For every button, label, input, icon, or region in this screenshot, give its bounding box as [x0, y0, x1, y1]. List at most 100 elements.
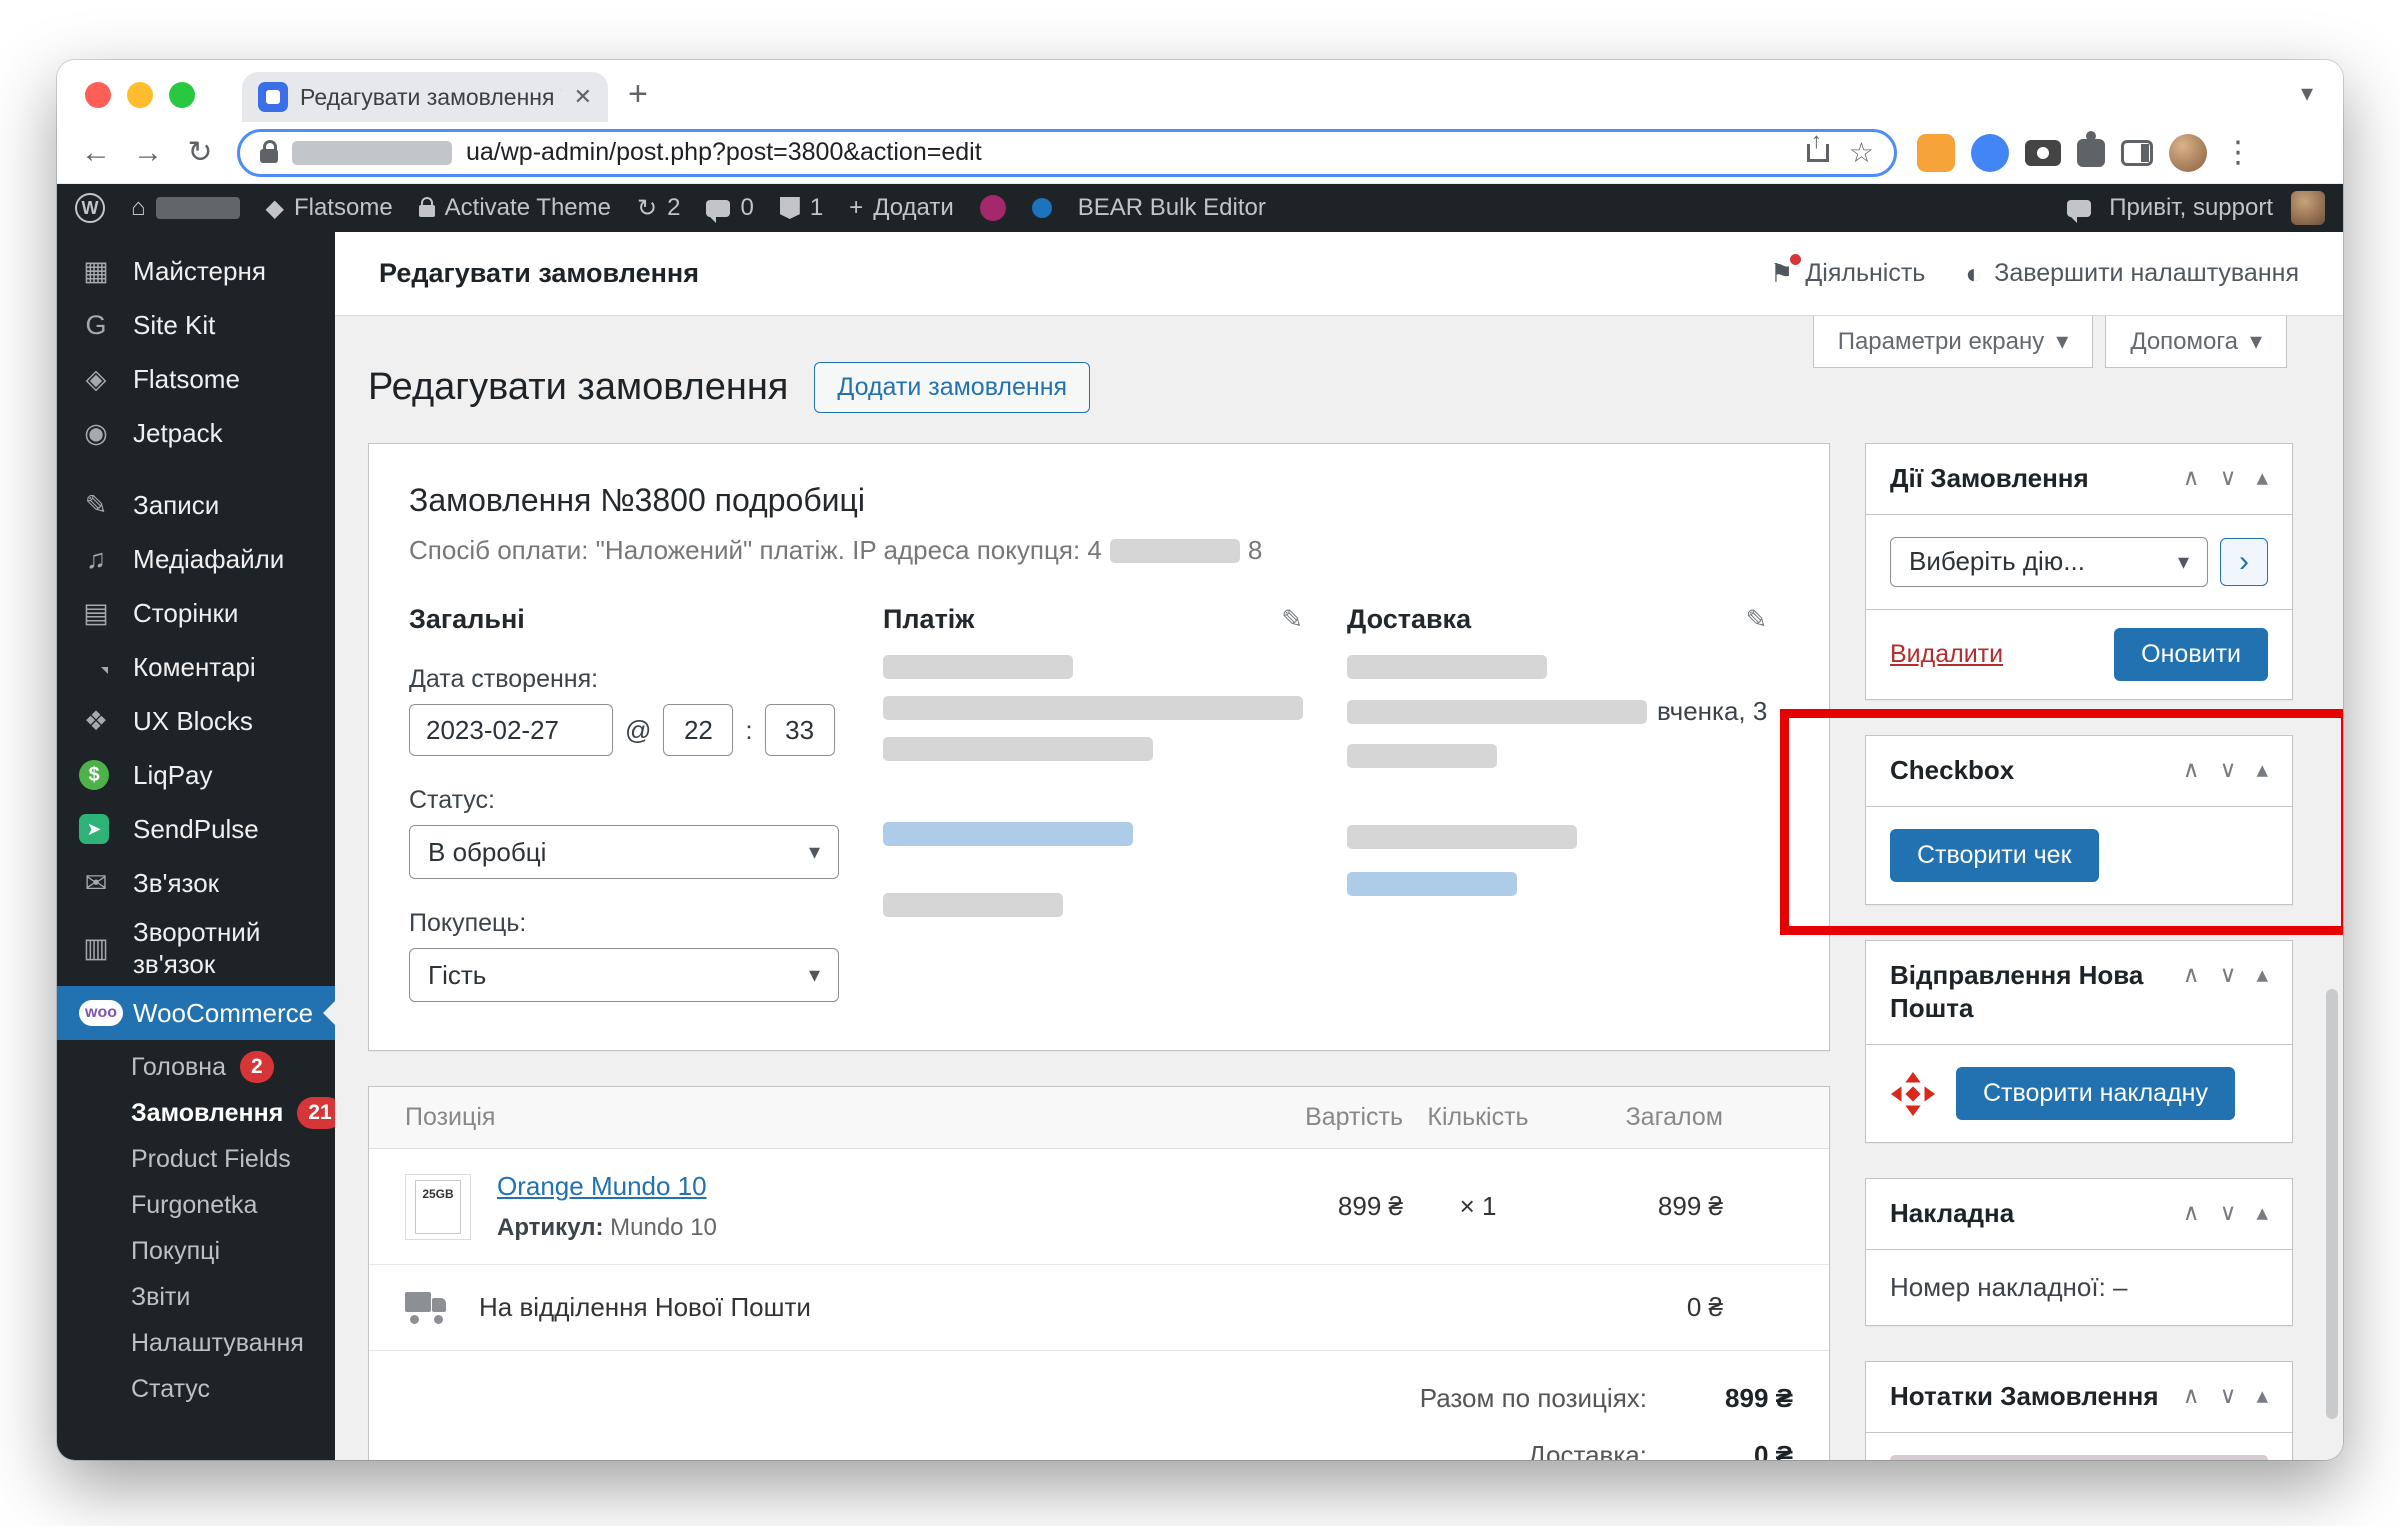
- sidebar-item-sendpulse[interactable]: ➤ SendPulse: [57, 802, 335, 856]
- reload-button[interactable]: ↻: [177, 130, 223, 176]
- sidebar-item-posts[interactable]: ✎ Записи: [57, 478, 335, 532]
- sidebar-item-woocommerce[interactable]: woo WooCommerce: [57, 986, 335, 1040]
- screenshot-camera-icon[interactable]: [2025, 139, 2061, 166]
- sidebar-item-comments[interactable]: Коментарі: [57, 640, 335, 694]
- redacted-site-name: [155, 197, 240, 219]
- browser-tab[interactable]: Редагувати замовлення "Ord ✕: [242, 72, 608, 122]
- user-avatar[interactable]: [2291, 191, 2325, 225]
- address-bar[interactable]: ua/wp-admin/post.php?post=3800&action=ed…: [237, 128, 1897, 177]
- status-select[interactable]: В обробці ▾: [409, 825, 839, 879]
- move-down-icon[interactable]: ∨: [2220, 464, 2237, 491]
- move-down-icon[interactable]: ∨: [2220, 961, 2237, 988]
- activate-theme-menu[interactable]: Activate Theme: [418, 194, 611, 222]
- zoom-window-button[interactable]: [169, 82, 195, 108]
- screen-options-button[interactable]: Параметри екрану ▾: [1812, 316, 2094, 368]
- customer-select[interactable]: Гість ▾: [409, 948, 839, 1002]
- submenu-orders[interactable]: Замовлення 21: [57, 1090, 343, 1136]
- edit-shipping-pencil-icon[interactable]: ✎: [1746, 604, 1768, 635]
- submenu-home[interactable]: Головна 2: [57, 1044, 335, 1090]
- finish-setup-button[interactable]: ◐ Завершити налаштування: [1965, 258, 2299, 290]
- move-up-icon[interactable]: ∧: [2183, 961, 2200, 988]
- browser-menu-icon[interactable]: ⋮: [2223, 135, 2253, 170]
- add-order-button[interactable]: Додати замовлення: [814, 362, 1091, 413]
- move-up-icon[interactable]: ∧: [2183, 756, 2200, 783]
- collapse-toggle-icon[interactable]: ▴: [2256, 464, 2268, 491]
- bear-bulk-editor-menu[interactable]: BEAR Bulk Editor: [1078, 194, 1266, 222]
- create-receipt-button[interactable]: Створити чек: [1890, 828, 2099, 882]
- sidebar-item-jetpack[interactable]: ◉ Jetpack: [57, 406, 335, 460]
- move-up-icon[interactable]: ∧: [2183, 1199, 2200, 1226]
- page-title: Редагувати замовлення: [368, 366, 789, 408]
- howdy-label[interactable]: Привіт, support: [2109, 194, 2273, 222]
- submenu-reports[interactable]: Звіти: [57, 1274, 335, 1320]
- activity-button[interactable]: ⚑ Діяльність: [1770, 254, 1925, 289]
- yoast-menu[interactable]: [979, 195, 1006, 221]
- feedback-icon: ▥: [83, 932, 109, 963]
- side-panel-icon[interactable]: [2121, 139, 2153, 166]
- collapse-toggle-icon[interactable]: ▴: [2256, 1199, 2268, 1226]
- bookmark-star-icon[interactable]: ☆: [1849, 136, 1874, 169]
- close-window-button[interactable]: [85, 82, 111, 108]
- create-waybill-button[interactable]: Створити накладну: [1956, 1067, 2235, 1121]
- back-button[interactable]: ←: [73, 130, 119, 176]
- sidebar-item-ux-blocks[interactable]: ❖ UX Blocks: [57, 694, 335, 748]
- redacted-phone: [883, 893, 1063, 917]
- move-up-icon[interactable]: ∧: [2183, 464, 2200, 491]
- product-name-link[interactable]: Orange Mundo 10: [497, 1171, 707, 1201]
- flatsome-menu[interactable]: ◆ Flatsome: [266, 194, 393, 223]
- submenu-customers[interactable]: Покупці: [57, 1228, 335, 1274]
- edit-billing-pencil-icon[interactable]: ✎: [1281, 604, 1303, 635]
- extension-blue-icon[interactable]: [1971, 133, 2009, 172]
- extension-orange-icon[interactable]: [1917, 133, 1955, 172]
- sidebar-item-site-kit[interactable]: G Site Kit: [57, 298, 335, 352]
- forward-button[interactable]: →: [125, 130, 171, 176]
- scrollbar-thumb[interactable]: [2326, 989, 2338, 1419]
- submenu-settings[interactable]: Налаштування: [57, 1320, 335, 1366]
- share-icon[interactable]: [1806, 128, 1829, 162]
- chevron-down-icon: ▾: [808, 962, 820, 987]
- submenu-status[interactable]: Статус: [57, 1366, 335, 1412]
- comments-menu[interactable]: 0: [706, 194, 754, 223]
- order-date-input[interactable]: [409, 704, 613, 756]
- updates-menu[interactable]: ↻ 2: [637, 194, 680, 223]
- feedback-bubble-icon[interactable]: [2067, 199, 2092, 223]
- new-tab-button[interactable]: +: [628, 75, 648, 114]
- help-button[interactable]: Допомога ▾: [2105, 316, 2287, 368]
- close-tab-icon[interactable]: ✕: [574, 84, 592, 110]
- sidebar-item-pages[interactable]: ▤ Сторінки: [57, 586, 335, 640]
- order-action-select[interactable]: Виберіть дію... ▾: [1890, 536, 2208, 587]
- sidebar-item-feedback[interactable]: ▥ Зворотний зв'язок: [57, 910, 335, 986]
- minimize-window-button[interactable]: [127, 82, 153, 108]
- order-hour-input[interactable]: [663, 704, 734, 756]
- sidebar-item-media[interactable]: ♫ Медіафайли: [57, 532, 335, 586]
- redacted-link[interactable]: [1347, 872, 1517, 896]
- sidebar-item-dashboard[interactable]: ▦ Майстерня: [57, 244, 335, 298]
- wp-logo-menu[interactable]: W: [75, 193, 105, 223]
- redacted-email-link[interactable]: [883, 822, 1133, 846]
- collapse-toggle-icon[interactable]: ▴: [2256, 756, 2268, 783]
- sidebar-item-contact[interactable]: ✉ Зв'язок: [57, 856, 335, 910]
- submenu-furgonetka[interactable]: Furgonetka: [57, 1182, 335, 1228]
- move-up-icon[interactable]: ∧: [2183, 1382, 2200, 1409]
- blue-dot-menu[interactable]: [1031, 198, 1052, 218]
- sidebar-item-flatsome[interactable]: ◈ Flatsome: [57, 352, 335, 406]
- browser-profile-avatar[interactable]: [2169, 133, 2207, 172]
- order-minute-input[interactable]: [764, 704, 835, 756]
- apply-action-button[interactable]: ›: [2220, 537, 2268, 586]
- site-name-menu[interactable]: ⌂: [131, 194, 240, 222]
- collapse-toggle-icon[interactable]: ▴: [2256, 961, 2268, 988]
- update-order-button[interactable]: Оновити: [2114, 627, 2268, 681]
- pages-icon: ▤: [83, 597, 109, 628]
- security-menu[interactable]: 1: [779, 194, 823, 222]
- tab-search-chevron-icon[interactable]: ▾: [2301, 79, 2313, 108]
- add-new-menu[interactable]: + Додати: [849, 194, 954, 222]
- extensions-puzzle-icon[interactable]: [2077, 130, 2105, 167]
- delete-order-link[interactable]: Видалити: [1890, 640, 2003, 669]
- sidebar-item-liqpay[interactable]: $ LiqPay: [57, 748, 335, 802]
- move-down-icon[interactable]: ∨: [2220, 1199, 2237, 1226]
- move-down-icon[interactable]: ∨: [2220, 1382, 2237, 1409]
- submenu-product-fields[interactable]: Product Fields: [57, 1136, 335, 1182]
- move-down-icon[interactable]: ∨: [2220, 756, 2237, 783]
- admin-bar-right: Привіт, support: [2067, 191, 2325, 225]
- collapse-toggle-icon[interactable]: ▴: [2256, 1382, 2268, 1409]
